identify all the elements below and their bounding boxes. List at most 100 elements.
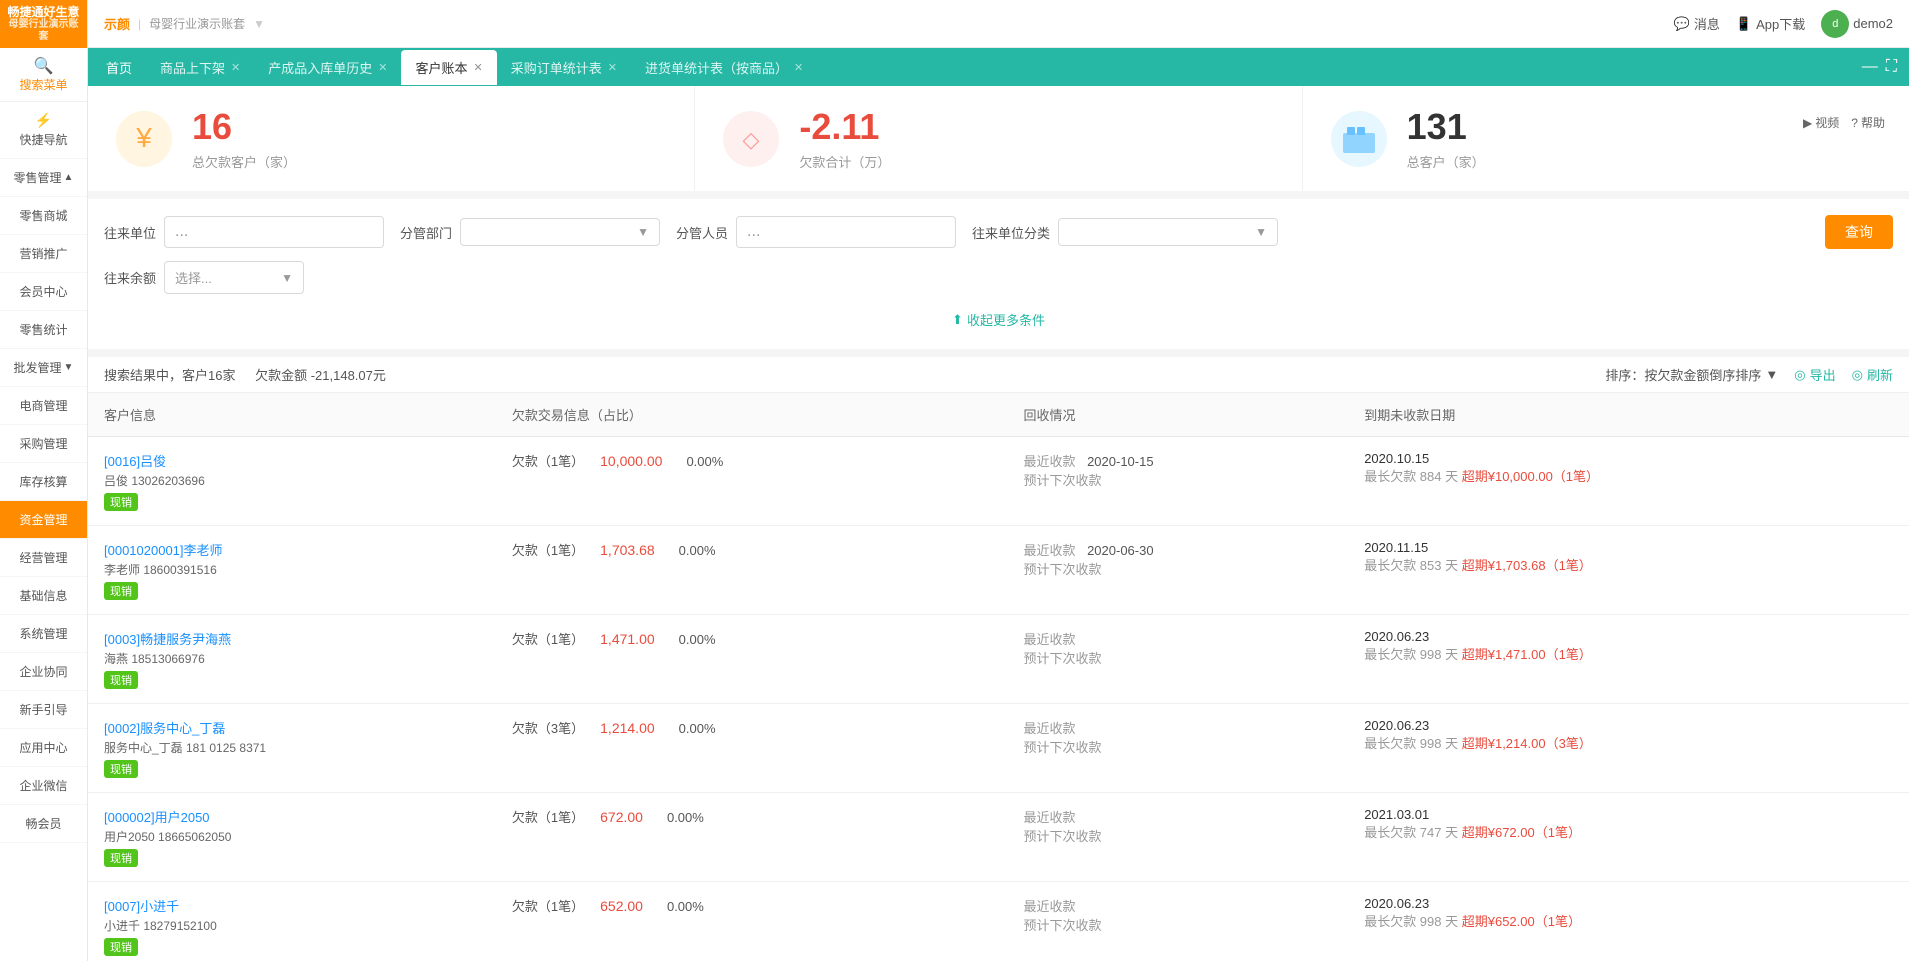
sidebar-item-enterprise[interactable]: 企业协同 <box>0 653 87 691</box>
overdue-amount-link[interactable]: 超期¥10,000.00（1笔） <box>1462 469 1599 484</box>
sidebar-item-retail-stats[interactable]: 零售统计 <box>0 311 87 349</box>
svg-text:◇: ◇ <box>743 127 760 152</box>
tab-production-history[interactable]: 产成品入库单历史 ✕ <box>254 50 401 85</box>
dept-label: 分管部门 <box>400 223 452 242</box>
customer-table: 客户信息 欠款交易信息（占比） 回收情况 到期未收款日期 [0016]吕俊 吕俊… <box>88 393 1909 961</box>
category-select[interactable]: ▼ <box>1058 218 1278 246</box>
due-date: 2020.06.23 <box>1364 718 1893 733</box>
sidebar-item-purchase-mgmt[interactable]: 采购管理 <box>0 425 87 463</box>
sidebar-item-vip[interactable]: 畅会员 <box>0 805 87 843</box>
export-icon: ◎ <box>1794 367 1805 383</box>
search-button[interactable]: 查询 <box>1825 215 1893 249</box>
sidebar-item-finance[interactable]: 资金管理 <box>0 501 87 539</box>
overdue-amount-link[interactable]: 超期¥672.00（1笔） <box>1462 825 1581 840</box>
refresh-button[interactable]: ◎ 刷新 <box>1852 365 1893 384</box>
tab-label: 采购订单统计表 <box>511 58 602 77</box>
maximize-icon[interactable]: ⛶ <box>1886 58 1897 76</box>
topbar: 示颜 | 母婴行业演示账套 ▼ 💬 消息 📱 App下载 d demo2 <box>88 0 1909 48</box>
sidebar-item-marketing[interactable]: 营销推广 <box>0 235 87 273</box>
message-button[interactable]: 💬 消息 <box>1674 14 1720 33</box>
results-summary-text: 搜索结果中，客户16家 <box>104 368 235 383</box>
tab-customer-account[interactable]: 客户账本 ✕ <box>401 50 496 85</box>
next-payment-label: 预计下次收款 <box>1023 918 1101 933</box>
tab-inbound-stats[interactable]: 进货单统计表（按商品） ✕ <box>631 50 817 85</box>
close-icon[interactable]: ✕ <box>794 61 803 74</box>
customer-name[interactable]: [0003]畅捷服务尹海燕 <box>104 629 480 648</box>
sort-button[interactable]: 排序：按欠款金额倒序排序 ▼ <box>1605 365 1778 384</box>
debt-amount[interactable]: 1,214.00 <box>600 720 655 736</box>
overdue-days: 最长欠款 853 天 <box>1364 558 1458 573</box>
customer-info-cell: [0007]小进千 小进千 18279152100 现销 <box>88 882 496 961</box>
tab-purchase-order[interactable]: 采购订单统计表 ✕ <box>497 50 631 85</box>
overdue-amount-link[interactable]: 超期¥1,471.00（1笔） <box>1462 647 1592 662</box>
overdue-amount-link[interactable]: 超期¥1,703.68（1笔） <box>1462 558 1592 573</box>
col-header-customer: 客户信息 <box>88 393 496 437</box>
customer-contact: 海燕 18513066976 <box>104 650 480 667</box>
table-row: [0002]服务中心_丁磊 服务中心_丁磊 181 0125 8371 现销 欠… <box>88 704 1909 793</box>
close-icon[interactable]: ✕ <box>608 61 617 74</box>
supplier-input[interactable]: ... <box>164 216 384 248</box>
customer-name[interactable]: [0002]服务中心_丁磊 <box>104 718 480 737</box>
sidebar-item-label: 营销推广 <box>19 245 67 262</box>
overdue-amount-link[interactable]: 超期¥1,214.00（3笔） <box>1462 736 1592 751</box>
sidebar-item-app-center[interactable]: 应用中心 <box>0 729 87 767</box>
sidebar-item-search-menu[interactable]: 🔍 搜索菜单 <box>0 48 87 102</box>
sidebar-item-retail-mall[interactable]: 零售商城 <box>0 197 87 235</box>
logo-line1: 畅捷通好生意 <box>4 5 83 19</box>
customer-contact: 小进千 18279152100 <box>104 917 480 934</box>
app-download-button[interactable]: 📱 App下载 <box>1736 14 1805 33</box>
customer-name[interactable]: [0001020001]李老师 <box>104 540 480 559</box>
message-label: 消息 <box>1694 14 1720 33</box>
debt-amount[interactable]: 1,471.00 <box>600 631 655 647</box>
stat-card-debt-amount: ◇ -2.11 欠款合计（万） <box>695 86 1302 191</box>
close-icon[interactable]: ✕ <box>474 61 483 74</box>
sidebar-item-basic-info[interactable]: 基础信息 <box>0 577 87 615</box>
sidebar-item-label: 畅会员 <box>25 815 61 832</box>
minimize-icon[interactable]: — <box>1862 58 1878 76</box>
collapse-filters-button[interactable]: ⬆ 收起更多条件 <box>104 306 1893 333</box>
sidebar-item-business-mgmt[interactable]: 经营管理 <box>0 539 87 577</box>
sidebar-item-newbie[interactable]: 新手引导 <box>0 691 87 729</box>
close-icon[interactable]: ✕ <box>231 61 240 74</box>
chevron-down-icon: ▼ <box>637 225 649 239</box>
tab-home[interactable]: 首页 <box>92 50 146 85</box>
dept-select[interactable]: ▼ <box>460 218 660 246</box>
last-payment-label: 最近收款 <box>1023 899 1075 914</box>
debt-amount[interactable]: 10,000.00 <box>600 453 662 469</box>
customer-name[interactable]: [000002]用户2050 <box>104 807 480 826</box>
customer-tag: 现销 <box>104 938 138 956</box>
video-action[interactable]: ▶ 视频 <box>1803 114 1839 131</box>
sidebar-item-ecommerce[interactable]: 电商管理 <box>0 387 87 425</box>
customer-name[interactable]: [0016]吕俊 <box>104 451 480 470</box>
close-icon[interactable]: ✕ <box>378 61 387 74</box>
refresh-icon: ◎ <box>1852 367 1863 383</box>
sidebar-item-inventory[interactable]: 库存核算 <box>0 463 87 501</box>
chevron-down-icon: ▲ <box>64 172 74 183</box>
total-customers-label: 总客户（家） <box>1407 152 1485 171</box>
customer-name[interactable]: [0007]小进千 <box>104 896 480 915</box>
tab-label: 商品上下架 <box>160 58 225 77</box>
sidebar-item-quick-nav[interactable]: ⚡ 快捷导航 <box>0 102 87 159</box>
help-action[interactable]: ? 帮助 <box>1851 114 1885 131</box>
sidebar-item-member-center[interactable]: 会员中心 <box>0 273 87 311</box>
sidebar-item-retail-mgmt[interactable]: 零售管理 ▲ <box>0 159 87 197</box>
debt-amount[interactable]: 1,703.68 <box>600 542 655 558</box>
chevron-down-icon: ▼ <box>64 362 74 373</box>
debt-amount[interactable]: 672.00 <box>600 809 643 825</box>
debt-amount[interactable]: 652.00 <box>600 898 643 914</box>
export-button[interactable]: ◎ 导出 <box>1794 365 1835 384</box>
sidebar-item-wechat[interactable]: 企业微信 <box>0 767 87 805</box>
sidebar-item-label: 库存核算 <box>19 473 67 490</box>
table-row: [000002]用户2050 用户2050 18665062050 现销 欠款（… <box>88 793 1909 882</box>
overdue-amount-link[interactable]: 超期¥652.00（1笔） <box>1462 914 1581 929</box>
sidebar-item-system-mgmt[interactable]: 系统管理 <box>0 615 87 653</box>
sidebar-item-batch-mgmt[interactable]: 批发管理 ▼ <box>0 349 87 387</box>
sidebar-item-label: 企业微信 <box>19 777 67 794</box>
tab-product-offline[interactable]: 商品上下架 ✕ <box>146 50 254 85</box>
chevron-down-icon: ▼ <box>1255 225 1267 239</box>
balance-select[interactable]: 选择... ▼ <box>164 261 304 294</box>
sidebar-item-label: 快捷导航 <box>19 131 67 148</box>
user-menu[interactable]: d demo2 <box>1821 10 1893 38</box>
app-download-label: App下载 <box>1756 14 1805 33</box>
person-input[interactable]: ... <box>736 216 956 248</box>
